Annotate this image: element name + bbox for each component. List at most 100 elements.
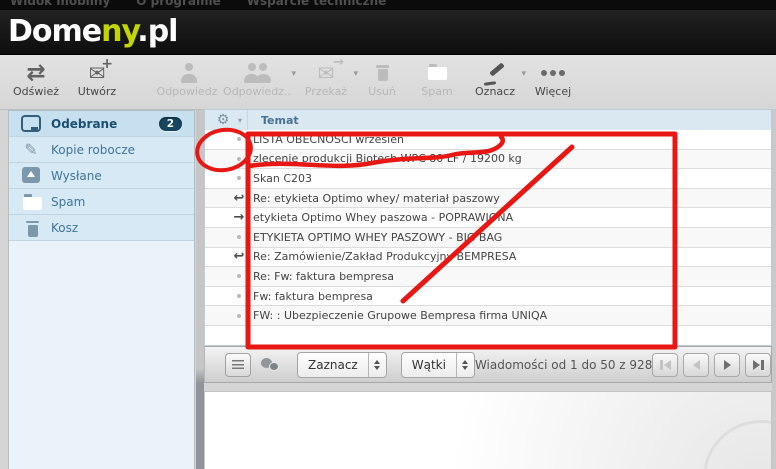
toolbar-button-label: Oznacz — [475, 85, 515, 98]
select-dropdown-label: Zaznacz — [308, 357, 358, 372]
unread-dot-icon — [237, 274, 241, 279]
marker-icon — [482, 62, 508, 84]
top-bar-link-o-programie[interactable]: O programie — [136, 0, 221, 8]
unread-count-badge: 2 — [158, 116, 182, 131]
last-arrow-icon — [753, 359, 761, 370]
folder-sidebar: Odebrane 2 Kopie robocze Wysłane Spam Ko… — [8, 110, 195, 469]
sidebar-item-wys-ane[interactable]: Wysłane — [9, 163, 194, 189]
message-list-header: ▾ Temat — [205, 110, 771, 131]
message-row[interactable]: Skan C203 — [205, 169, 771, 189]
unread-dot-icon — [237, 294, 241, 299]
list-options-button[interactable]: ▾ — [205, 109, 247, 131]
mail-toolbar: Odśwież Utwórz Odpowiedz ▾ Odpowiedz.. ▾… — [0, 55, 776, 110]
logo-part-2: ny — [101, 14, 138, 49]
next-arrow-icon — [723, 359, 731, 370]
message-subject: Re: Fw: faktura bempresa — [253, 269, 395, 283]
trash-icon — [369, 62, 395, 84]
unread-dot-icon — [237, 235, 241, 240]
updown-arrows-icon — [367, 352, 386, 377]
top-bar-link-widok-mobilny[interactable]: Widok mobilny — [10, 0, 110, 8]
sidebar-item-kopie-robocze[interactable]: Kopie robocze — [9, 137, 194, 163]
toolbar-button-label: Przekaż — [304, 85, 348, 98]
last-page-button[interactable] — [745, 352, 772, 377]
mark-button[interactable]: ▾ Oznacz — [468, 55, 526, 98]
message-row[interactable]: → etykieta Optimo Whey paszowa - POPRAWI… — [205, 208, 771, 228]
toolbar-button-label: Utwórz — [77, 85, 117, 98]
delete-button[interactable]: Usuń — [362, 55, 402, 98]
forward-flag-icon: → — [233, 210, 245, 226]
reply-all-button[interactable]: ▾ Odpowiedz.. — [222, 55, 296, 98]
message-subject: Skan C203 — [253, 171, 313, 185]
message-flag-slot — [231, 274, 247, 279]
unread-dot-icon — [237, 313, 241, 318]
last-arrow-icon — [761, 359, 764, 370]
message-row[interactable]: ETYKIETA OPTIMO WHEY PASZOWY - BIG BAG — [205, 227, 771, 248]
compose-button[interactable]: Utwórz — [68, 55, 126, 98]
message-row[interactable]: LISTA OBECNOSCI wrzesień — [205, 130, 771, 150]
trash-icon — [19, 218, 43, 238]
next-page-button[interactable] — [714, 352, 741, 377]
webmail-window: Widok mobilny O programie Wsparcie technic… — [0, 0, 776, 469]
message-subject: Re: Zamówienie/Zakład Produkcyjny BEMPRE… — [253, 250, 517, 264]
first-arrow-icon — [660, 359, 663, 370]
reply-button[interactable]: Odpowiedz — [156, 55, 218, 98]
inbox-icon — [19, 114, 43, 134]
refresh-button[interactable]: Odśwież — [10, 55, 62, 98]
message-flag-slot: ↩ — [231, 192, 247, 205]
message-row[interactable] — [205, 325, 771, 345]
list-lines-icon — [232, 360, 244, 369]
pencil-icon — [19, 140, 43, 160]
top-bar-link-wsparcie-techniczne[interactable]: Wsparcie techniczne — [247, 0, 387, 8]
sidebar-item-spam[interactable]: Spam — [9, 189, 194, 215]
forward-button[interactable]: ▾ Przekaż — [298, 55, 358, 98]
spam-button[interactable]: Spam — [414, 55, 460, 98]
panel-splitter[interactable] — [196, 110, 204, 469]
message-row[interactable]: Re: Fw: faktura bempresa — [205, 267, 771, 287]
folder-label: Wysłane — [51, 168, 102, 183]
more-button[interactable]: Więcej — [528, 55, 578, 98]
prev-page-button[interactable] — [683, 352, 710, 377]
message-flag-slot — [231, 294, 247, 299]
toolbar-button-label: Spam — [421, 85, 453, 98]
reply-flag-icon: ↩ — [233, 190, 245, 206]
threads-dropdown[interactable]: Wątki — [400, 351, 475, 378]
toolbar-button-label: Odpowiedz — [156, 85, 218, 98]
sidebar-item-kosz[interactable]: Kosz — [9, 215, 194, 241]
message-row[interactable]: FW: : Ubezpieczenie Grupowe Bempresa fir… — [205, 306, 771, 326]
top-links-bar: Widok mobilny O programie Wsparcie technic… — [0, 0, 776, 10]
compose-icon — [84, 56, 113, 84]
conversation-bubbles-icon[interactable] — [259, 355, 283, 375]
dots-icon — [540, 62, 566, 84]
spam-folder-icon — [424, 62, 450, 84]
message-row[interactable]: zlecenie produkcji Biotech WPC 80 LF / 1… — [205, 149, 771, 170]
message-row[interactable]: ↩ Re: etykieta Optimo whey/ materiał pas… — [205, 188, 771, 209]
message-subject: etykieta Optimo Whey paszowa - POPRAWION… — [253, 211, 514, 225]
reply-person-icon — [174, 62, 200, 84]
window-edge — [772, 109, 776, 469]
spam-folder-icon — [19, 192, 43, 212]
message-flag-slot: ↩ — [231, 250, 247, 263]
folder-label: Odebrane — [51, 116, 118, 131]
message-subject: LISTA OBECNOSCI wrzesień — [253, 132, 404, 146]
unread-dot-icon — [237, 176, 241, 181]
first-page-button[interactable] — [652, 352, 679, 377]
message-flag-slot — [231, 313, 247, 318]
select-messages-dropdown[interactable]: Zaznacz — [297, 351, 387, 378]
prev-arrow-icon — [692, 359, 700, 370]
message-list-panel: ▾ Temat LISTA OBECNOSCI wrzesień zleceni… — [204, 109, 772, 346]
message-flag-slot — [231, 137, 247, 142]
message-row[interactable]: Fw: faktura bempresa — [205, 286, 771, 307]
sidebar-item-odebrane[interactable]: Odebrane 2 — [9, 111, 194, 137]
message-row[interactable]: ↩ Re: Zamówienie/Zakład Produkcyjny BEMP… — [205, 247, 771, 268]
message-subject: Re: etykieta Optimo whey/ materiał paszo… — [253, 191, 500, 205]
message-subject: ETYKIETA OPTIMO WHEY PASZOWY - BIG BAG — [253, 230, 503, 244]
message-flag-slot: → — [231, 211, 247, 224]
folder-label: Kosz — [51, 220, 79, 235]
toolbar-button-label: Odśwież — [13, 85, 59, 98]
reply-flag-icon: ↩ — [233, 249, 245, 265]
refresh-icon — [23, 62, 49, 84]
list-view-button[interactable] — [225, 352, 251, 377]
updown-arrows-icon — [455, 352, 474, 377]
message-count-status: Wiadomości od 1 do 50 z 928 — [474, 357, 653, 372]
subject-column-header[interactable]: Temat — [247, 110, 299, 130]
